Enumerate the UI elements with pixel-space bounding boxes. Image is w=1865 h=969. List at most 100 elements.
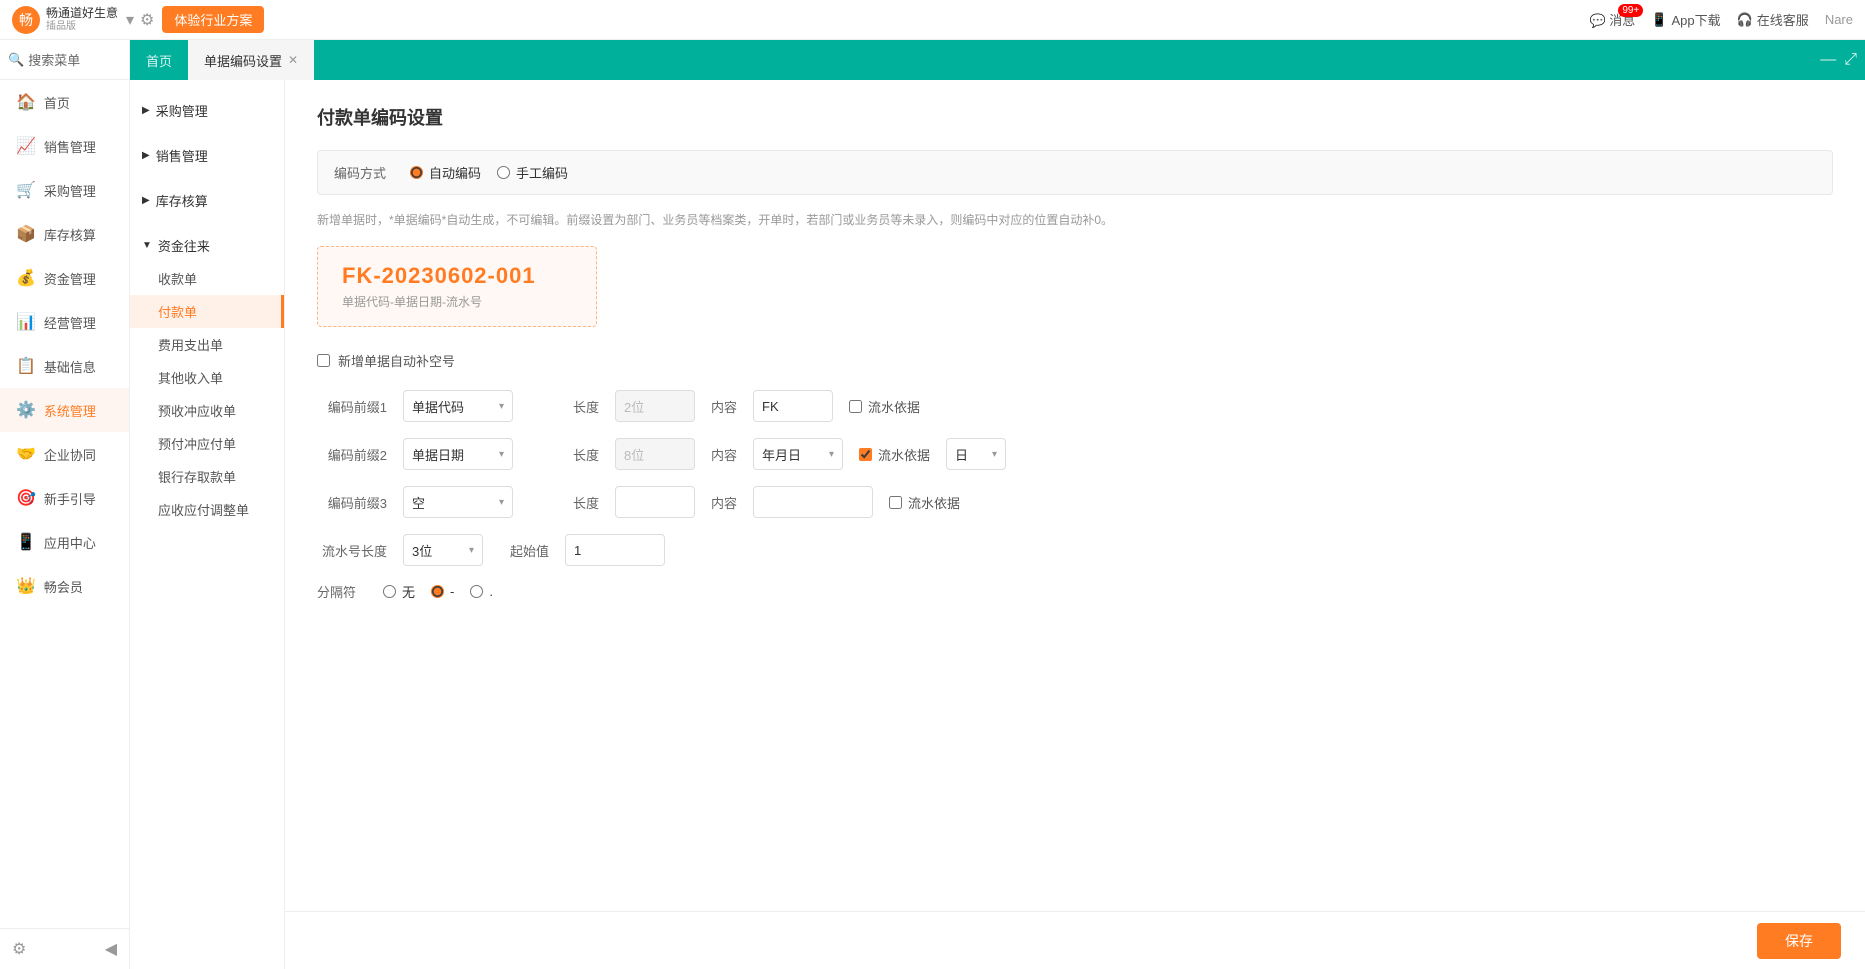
group-header-purchase[interactable]: ▶ 采购管理 — [130, 94, 284, 127]
sidebar-item-member[interactable]: 👑 畅会员 — [0, 564, 129, 608]
settings-bottom-icon[interactable]: ⚙ — [12, 939, 26, 959]
sidebar-item-cooperation[interactable]: 🤝 企业协同 — [0, 432, 129, 476]
apps-icon: 📱 — [16, 532, 36, 552]
settings-icon[interactable]: ⚙ — [140, 10, 154, 30]
separator-label: 分隔符 — [317, 582, 367, 601]
prefix3-row: 编码前缀3 空 ▾ 长度 内容 — [317, 486, 1833, 518]
sidebar-item-basic-info[interactable]: 📋 基础信息 — [0, 344, 129, 388]
chevron-down-icon2: ▼ — [142, 240, 152, 251]
preview-box: FK-20230602-001 单据代码-单据日期-流水号 — [317, 246, 597, 327]
try-industry-button[interactable]: 体验行业方案 — [162, 6, 264, 33]
group-header-capital[interactable]: ▼ 资金往来 — [130, 229, 284, 262]
main-layout: 🔍 搜索菜单 🏠 首页 📈 销售管理 🛒 采购管理 📦 库存核算 💰 — [0, 40, 1865, 969]
group-purchase: ▶ 采购管理 — [130, 88, 284, 133]
manual-code-radio[interactable]: 手工编码 — [497, 163, 568, 182]
sidebar-item-other-income[interactable]: 其他收入单 — [130, 361, 284, 394]
prefix1-select[interactable]: 单据代码 ▾ — [403, 390, 513, 422]
auto-code-radio[interactable]: 自动编码 — [410, 163, 481, 182]
phone-icon: 📱 — [1651, 12, 1667, 28]
member-icon: 👑 — [16, 576, 36, 596]
manual-code-radio-input[interactable] — [497, 166, 510, 179]
collapse-icon[interactable]: ◀ — [105, 939, 117, 959]
tab-home[interactable]: 首页 — [130, 40, 188, 80]
serial1-row: 流水依据 — [849, 397, 920, 416]
sidebar-item-receipt[interactable]: 收款单 — [130, 262, 284, 295]
sidebar-item-purchase[interactable]: 🛒 采购管理 — [0, 168, 129, 212]
serial1-checkbox[interactable] — [849, 400, 862, 413]
sidebar-item-ar-ap-adjust[interactable]: 应收应付调整单 — [130, 493, 284, 526]
sidebar-item-prepay-receivable[interactable]: 预收冲应收单 — [130, 394, 284, 427]
save-button[interactable]: 保存 — [1757, 923, 1841, 959]
group-sales: ▶ 销售管理 — [130, 133, 284, 178]
chevron-down-icon[interactable]: ▾ — [126, 10, 134, 30]
length2-input: 8位 — [615, 438, 695, 470]
system-icon: ⚙️ — [16, 400, 36, 420]
sidebar-item-inventory[interactable]: 📦 库存核算 — [0, 212, 129, 256]
chevron-right-icon3: ▶ — [142, 195, 150, 206]
minimize-icon[interactable]: — — [1820, 51, 1836, 69]
user-info[interactable]: Nare — [1825, 12, 1853, 27]
business-icon: 📊 — [16, 312, 36, 332]
length3-input[interactable] — [615, 486, 695, 518]
sidebar-item-prepay-payable[interactable]: 预付冲应付单 — [130, 427, 284, 460]
group-inventory: ▶ 库存核算 — [130, 178, 284, 223]
start-value-input[interactable]: 1 — [565, 534, 665, 566]
sidebar-item-sales[interactable]: 📈 销售管理 — [0, 124, 129, 168]
content3-value — [753, 486, 873, 518]
prefix2-arrow-icon: ▾ — [499, 449, 504, 460]
tab-close-icon[interactable]: ✕ — [288, 53, 298, 67]
auto-code-radio-input[interactable] — [410, 166, 423, 179]
brand: 畅 畅通道好生意 插品版 — [12, 6, 118, 34]
info-text: 新增单据时，*单据编码*自动生成，不可编辑。前缀设置为部门、业务员等档案类，开单… — [317, 211, 1833, 230]
encoding-mode-label: 编码方式 — [334, 163, 386, 182]
sidebar-search[interactable]: 🔍 搜索菜单 — [0, 40, 129, 80]
auto-fill-checkbox[interactable] — [317, 354, 330, 367]
sep-dash-radio[interactable]: - — [431, 584, 454, 599]
serial2-row: 流水依据 — [859, 445, 930, 464]
serial-length-select[interactable]: 3位 ▾ — [403, 534, 483, 566]
sep-dot-radio[interactable]: . — [470, 584, 493, 599]
sidebar-item-expense[interactable]: 费用支出单 — [130, 328, 284, 361]
maximize-icon[interactable]: ⤢ — [1844, 51, 1857, 69]
serial3-checkbox[interactable] — [889, 496, 902, 509]
sep-none-radio-input[interactable] — [383, 585, 396, 598]
sep-dot-radio-input[interactable] — [470, 585, 483, 598]
app-download[interactable]: 📱 App下载 — [1651, 10, 1720, 29]
sidebar-item-home[interactable]: 🏠 首页 — [0, 80, 129, 124]
sidebar-item-newbie[interactable]: 🎯 新手引导 — [0, 476, 129, 520]
content-footer: 保存 — [285, 911, 1865, 969]
sidebar-item-bank-deposit[interactable]: 银行存取款单 — [130, 460, 284, 493]
tab-single-code-setting[interactable]: 单据编码设置 ✕ — [188, 40, 314, 80]
sep-none-radio[interactable]: 无 — [383, 582, 415, 601]
online-service[interactable]: 🎧 在线客服 — [1737, 10, 1809, 29]
sidebar-item-payment[interactable]: 付款单 — [130, 295, 284, 328]
main-content: 付款单编码设置 编码方式 自动编码 手 — [285, 80, 1865, 969]
brand-logo: 畅 — [12, 6, 40, 34]
brand-text: 畅通道好生意 插品版 — [46, 6, 118, 32]
preview-desc: 单据代码-单据日期-流水号 — [342, 293, 572, 310]
length1-input: 2位 — [615, 390, 695, 422]
prefix3-select[interactable]: 空 ▾ — [403, 486, 513, 518]
headset-icon: 🎧 — [1737, 12, 1753, 28]
content2-label: 内容 — [711, 445, 737, 464]
sidebar-nav: 🏠 首页 📈 销售管理 🛒 采购管理 📦 库存核算 💰 资金管理 📊 经 — [0, 80, 129, 928]
auto-fill-label: 新增单据自动补空号 — [338, 351, 455, 370]
sidebar-item-apps[interactable]: 📱 应用中心 — [0, 520, 129, 564]
group-header-sales[interactable]: ▶ 销售管理 — [130, 139, 284, 172]
sidebar-item-business[interactable]: 📊 经营管理 — [0, 300, 129, 344]
group-header-inventory[interactable]: ▶ 库存核算 — [130, 184, 284, 217]
serial2-checkbox[interactable] — [859, 448, 872, 461]
prefix3-label: 编码前缀3 — [317, 493, 387, 512]
newbie-icon: 🎯 — [16, 488, 36, 508]
message-container[interactable]: 💬 消息 99+ — [1589, 10, 1635, 29]
sidebar-item-system[interactable]: ⚙️ 系统管理 — [0, 388, 129, 432]
prefix2-select[interactable]: 单据日期 ▾ — [403, 438, 513, 470]
encoding-radio-group: 自动编码 手工编码 — [410, 163, 568, 182]
serial-length-row: 流水号长度 3位 ▾ 起始值 1 — [317, 534, 1833, 566]
serial2-unit-select[interactable]: 日 ▾ — [946, 438, 1006, 470]
cooperation-icon: 🤝 — [16, 444, 36, 464]
sidebar-item-finance[interactable]: 💰 资金管理 — [0, 256, 129, 300]
search-icon: 🔍 — [8, 52, 24, 68]
content2-select[interactable]: 年月日 ▾ — [753, 438, 843, 470]
sep-dash-radio-input[interactable] — [431, 585, 444, 598]
